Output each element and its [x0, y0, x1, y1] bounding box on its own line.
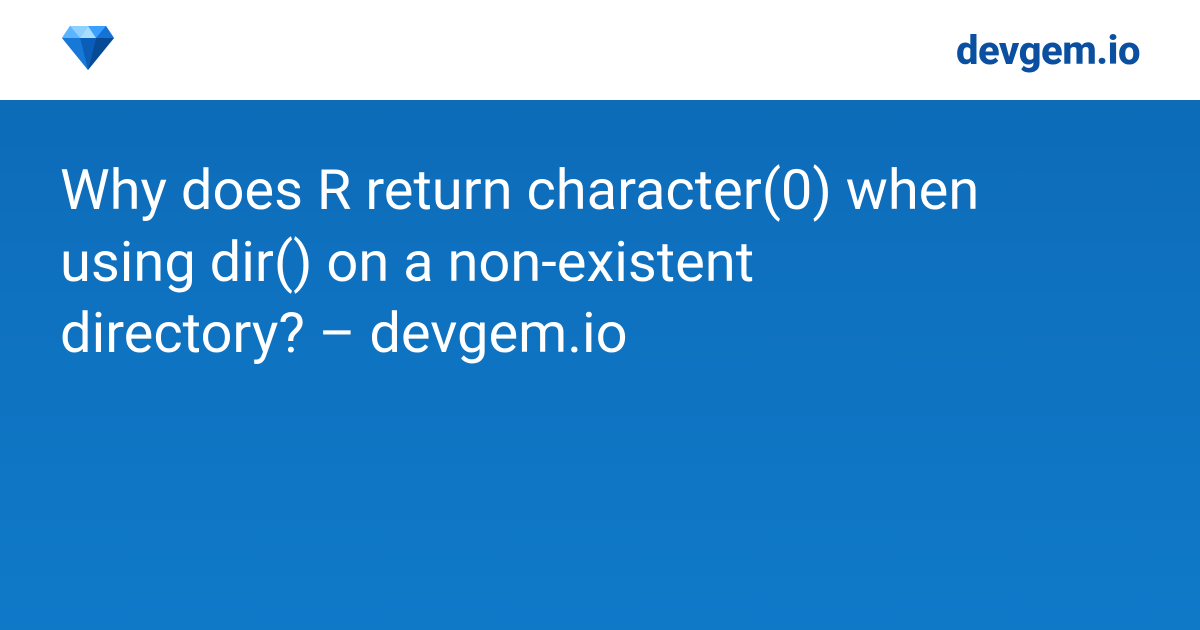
social-card: devgem.io Why does R return character(0)…	[0, 0, 1200, 630]
brand-wordmark: devgem.io	[956, 27, 1140, 74]
page-title: Why does R return character(0) when usin…	[60, 155, 990, 370]
hero-panel: Why does R return character(0) when usin…	[0, 100, 1200, 630]
header-bar: devgem.io	[0, 0, 1200, 100]
logo	[60, 24, 116, 76]
gem-icon	[60, 24, 116, 76]
